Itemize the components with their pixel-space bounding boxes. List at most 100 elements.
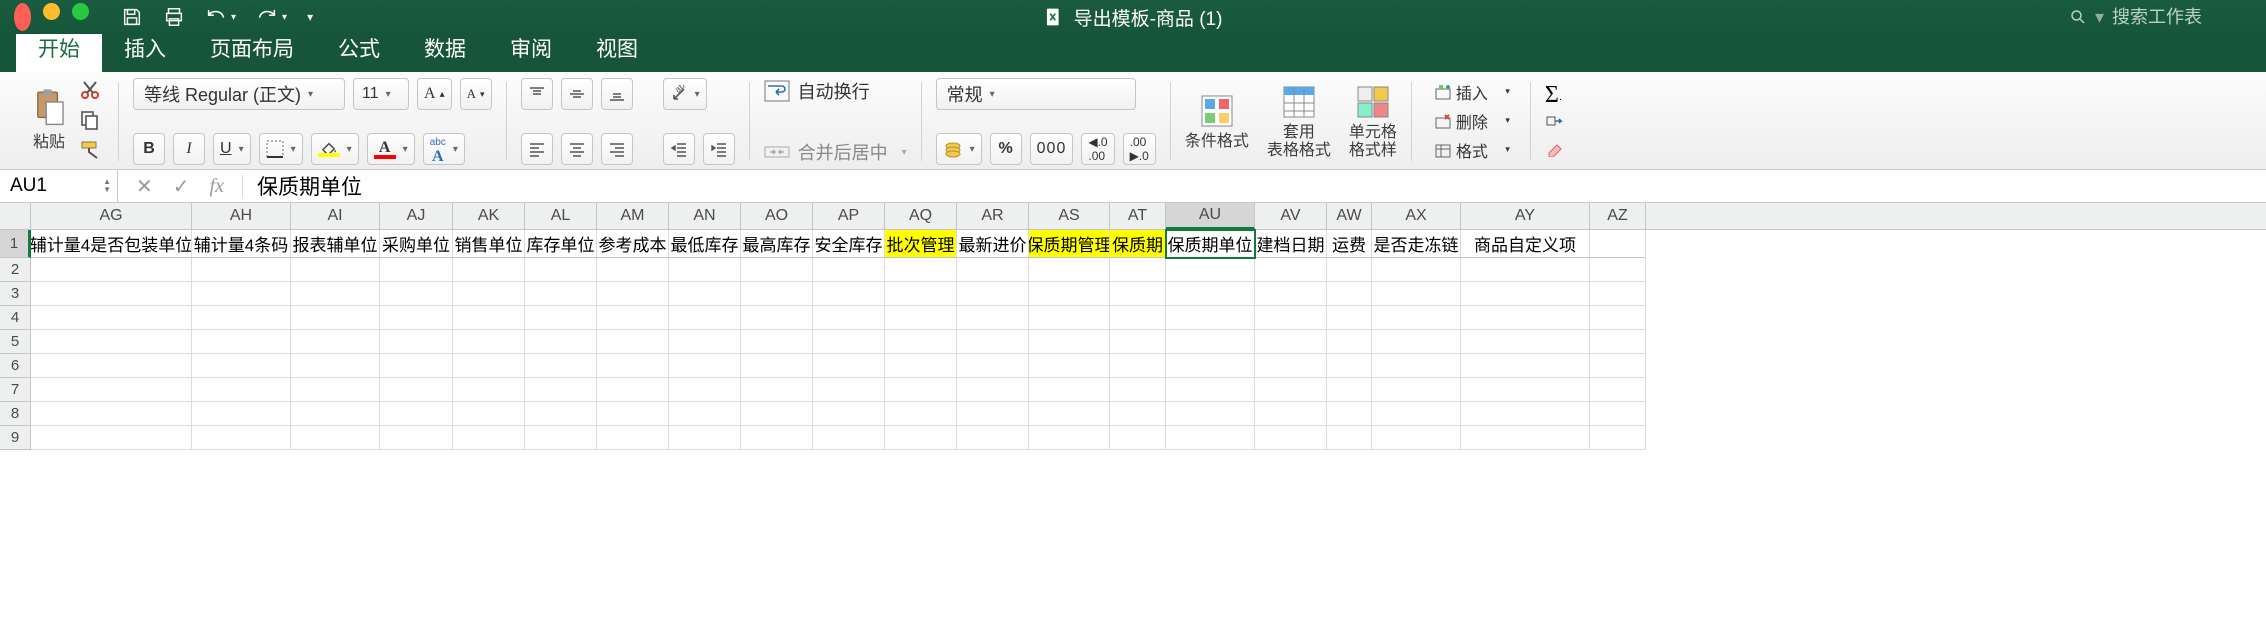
phonetic-button[interactable]: abcA — [423, 133, 465, 165]
cell-AW4[interactable] — [1327, 306, 1372, 330]
cell-AV6[interactable] — [1255, 354, 1327, 378]
conditional-formatting-button[interactable]: 条件格式 — [1185, 93, 1249, 151]
row-header-7[interactable]: 7 — [0, 378, 31, 402]
cell-AU1[interactable]: 保质期单位 — [1166, 230, 1255, 258]
column-header-AP[interactable]: AP — [813, 203, 885, 229]
cell-AM6[interactable] — [597, 354, 669, 378]
column-header-AY[interactable]: AY — [1461, 203, 1590, 229]
cell-AP9[interactable] — [813, 426, 885, 450]
cell-AJ7[interactable] — [380, 378, 453, 402]
cell-AK1[interactable]: 销售单位 — [453, 230, 525, 258]
align-middle-button[interactable] — [561, 78, 593, 110]
cell-AM9[interactable] — [597, 426, 669, 450]
cell-AT6[interactable] — [1110, 354, 1166, 378]
number-format-combo[interactable]: 常规 — [936, 78, 1136, 110]
cell-AM2[interactable] — [597, 258, 669, 282]
cell-AP7[interactable] — [813, 378, 885, 402]
redo-button[interactable]: ▾ — [256, 6, 287, 28]
cell-AH2[interactable] — [192, 258, 291, 282]
format-cells-button[interactable]: 格式▾ — [1426, 136, 1516, 163]
cell-AJ9[interactable] — [380, 426, 453, 450]
column-header-AV[interactable]: AV — [1255, 203, 1327, 229]
cell-AH4[interactable] — [192, 306, 291, 330]
column-header-AR[interactable]: AR — [957, 203, 1029, 229]
cell-AY5[interactable] — [1461, 330, 1590, 354]
underline-button[interactable]: U — [213, 133, 251, 165]
row-header-8[interactable]: 8 — [0, 402, 31, 426]
cell-AV5[interactable] — [1255, 330, 1327, 354]
column-header-AQ[interactable]: AQ — [885, 203, 957, 229]
row-header-4[interactable]: 4 — [0, 306, 31, 330]
cell-AL3[interactable] — [525, 282, 597, 306]
cell-AU5[interactable] — [1166, 330, 1255, 354]
cell-AH1[interactable]: 辅计量4条码 — [192, 230, 291, 258]
cell-AX5[interactable] — [1372, 330, 1461, 354]
cell-AY1[interactable]: 商品自定义项 — [1461, 230, 1590, 258]
cell-AL2[interactable] — [525, 258, 597, 282]
align-left-button[interactable] — [521, 133, 553, 165]
cell-AL4[interactable] — [525, 306, 597, 330]
formula-input[interactable] — [243, 174, 2266, 198]
cell-AU4[interactable] — [1166, 306, 1255, 330]
cell-AJ5[interactable] — [380, 330, 453, 354]
row-header-9[interactable]: 9 — [0, 426, 31, 450]
cell-AG3[interactable] — [31, 282, 192, 306]
cell-AX4[interactable] — [1372, 306, 1461, 330]
cell-AQ6[interactable] — [885, 354, 957, 378]
cell-AL8[interactable] — [525, 402, 597, 426]
cell-AN9[interactable] — [669, 426, 741, 450]
row-header-3[interactable]: 3 — [0, 282, 31, 306]
cell-AI6[interactable] — [291, 354, 380, 378]
cell-AT1[interactable]: 保质期 — [1110, 230, 1166, 258]
cell-AQ2[interactable] — [885, 258, 957, 282]
cell-AL1[interactable]: 库存单位 — [525, 230, 597, 258]
cell-AI3[interactable] — [291, 282, 380, 306]
cell-AW6[interactable] — [1327, 354, 1372, 378]
cell-AW3[interactable] — [1327, 282, 1372, 306]
align-center-button[interactable] — [561, 133, 593, 165]
row-header-1[interactable]: 1 — [0, 230, 31, 258]
cell-AQ5[interactable] — [885, 330, 957, 354]
cell-AM1[interactable]: 参考成本 — [597, 230, 669, 258]
maximize-window-button[interactable] — [72, 3, 89, 20]
cell-AX2[interactable] — [1372, 258, 1461, 282]
cell-AI7[interactable] — [291, 378, 380, 402]
cell-AP6[interactable] — [813, 354, 885, 378]
cell-AJ2[interactable] — [380, 258, 453, 282]
cell-AR5[interactable] — [957, 330, 1029, 354]
cell-AK5[interactable] — [453, 330, 525, 354]
cell-AG7[interactable] — [31, 378, 192, 402]
cell-AK9[interactable] — [453, 426, 525, 450]
cell-AY2[interactable] — [1461, 258, 1590, 282]
cell-AJ6[interactable] — [380, 354, 453, 378]
cell-AT5[interactable] — [1110, 330, 1166, 354]
cancel-formula-button[interactable]: ✕ — [136, 174, 153, 199]
currency-button[interactable] — [936, 133, 982, 165]
cell-AT3[interactable] — [1110, 282, 1166, 306]
cell-AO6[interactable] — [741, 354, 813, 378]
cell-AO9[interactable] — [741, 426, 813, 450]
cell-AR3[interactable] — [957, 282, 1029, 306]
cell-AY3[interactable] — [1461, 282, 1590, 306]
undo-button[interactable]: ▾ — [205, 6, 236, 28]
cell-AV8[interactable] — [1255, 402, 1327, 426]
orientation-button[interactable]: ab — [663, 78, 707, 110]
cell-AX9[interactable] — [1372, 426, 1461, 450]
cell-AJ4[interactable] — [380, 306, 453, 330]
cell-AU6[interactable] — [1166, 354, 1255, 378]
fill-color-button[interactable] — [311, 133, 359, 165]
cell-AK6[interactable] — [453, 354, 525, 378]
cell-AJ8[interactable] — [380, 402, 453, 426]
decrease-font-button[interactable]: A▾ — [460, 78, 492, 110]
cell-AS9[interactable] — [1029, 426, 1110, 450]
row-header-6[interactable]: 6 — [0, 354, 31, 378]
cell-AQ9[interactable] — [885, 426, 957, 450]
cell-AY4[interactable] — [1461, 306, 1590, 330]
cell-AU7[interactable] — [1166, 378, 1255, 402]
cell-AG8[interactable] — [31, 402, 192, 426]
cell-AX3[interactable] — [1372, 282, 1461, 306]
fill-button[interactable] — [1545, 115, 1565, 133]
cell-AP4[interactable] — [813, 306, 885, 330]
column-header-AJ[interactable]: AJ — [380, 203, 453, 229]
cell-AT4[interactable] — [1110, 306, 1166, 330]
